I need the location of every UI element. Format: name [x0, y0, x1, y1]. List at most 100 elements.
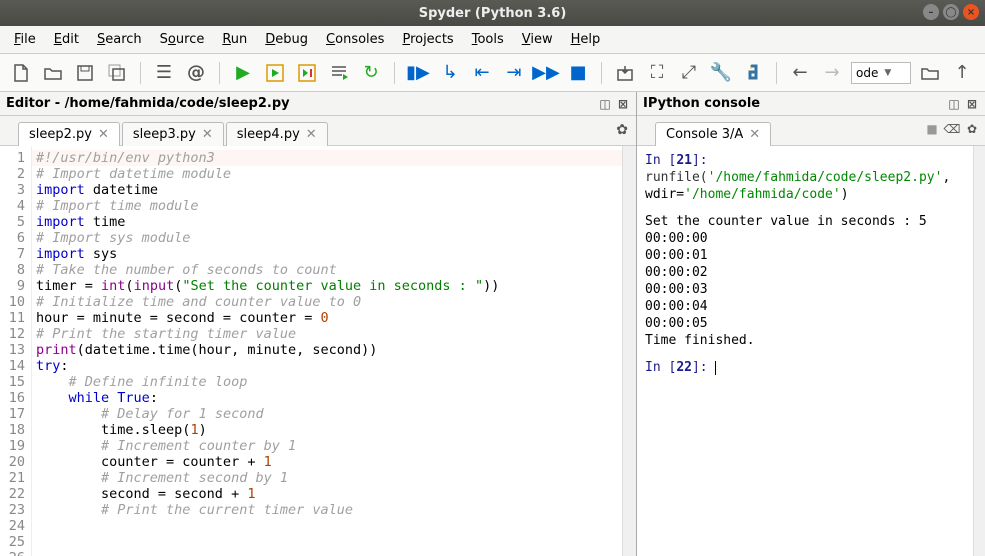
menu-debug[interactable]: Debug	[257, 28, 316, 51]
code-editor[interactable]: 1234567891011121314151617181920212223242…	[0, 146, 636, 556]
menu-consoles[interactable]: Consoles	[318, 28, 392, 51]
outline-button[interactable]: ☰	[151, 60, 177, 86]
debug-button[interactable]: ▮▶	[405, 60, 431, 86]
parent-dir-button[interactable]: ↑	[949, 60, 975, 86]
code-line[interactable]: time.sleep(1)	[36, 422, 622, 438]
save-file-button[interactable]	[72, 60, 98, 86]
console-options-icon[interactable]: ✿	[965, 122, 979, 136]
code-line[interactable]: # Delay for 1 second	[36, 406, 622, 422]
code-line[interactable]: timer = int(input("Set the counter value…	[36, 278, 622, 294]
window-titlebar: Spyder (Python 3.6) – ◯ ×	[0, 0, 985, 26]
menu-help[interactable]: Help	[563, 28, 609, 51]
step-out-button[interactable]: ⇥	[501, 60, 527, 86]
window-close-button[interactable]: ×	[963, 4, 979, 20]
working-dir-select[interactable]: ode▼	[851, 62, 911, 84]
code-line[interactable]: import time	[36, 214, 622, 230]
code-line[interactable]: counter = counter + 1	[36, 454, 622, 470]
code-line[interactable]: # Increment counter by 1	[36, 438, 622, 454]
code-line[interactable]: # Define infinite loop	[36, 374, 622, 390]
run-selection-button[interactable]	[326, 60, 352, 86]
window-maximize-button[interactable]: ◯	[943, 4, 959, 20]
at-button[interactable]: @	[183, 60, 209, 86]
console-clear-icon[interactable]: ⌫	[945, 122, 959, 136]
back-button[interactable]: ←	[787, 60, 813, 86]
window-title: Spyder (Python 3.6)	[419, 6, 567, 21]
step-button[interactable]: ↳	[437, 60, 463, 86]
editor-tab-label: sleep4.py	[237, 127, 300, 142]
console-output-line: 00:00:04	[645, 298, 977, 315]
code-line[interactable]: #!/usr/bin/env python3	[36, 150, 622, 166]
import-button[interactable]	[612, 60, 638, 86]
console-tab-close-icon[interactable]: ✕	[749, 127, 760, 142]
toolbar: ☰ @ ▶ ↻ ▮▶ ↳ ⇤ ⇥ ▶▶ ■ ⛶ ⤢ 🔧 ← → ode▼ ↑	[0, 54, 985, 92]
code-line[interactable]: while True:	[36, 390, 622, 406]
editor-tab-0[interactable]: sleep2.py ✕	[18, 122, 120, 146]
editor-tab-2[interactable]: sleep4.py ✕	[226, 122, 328, 146]
editor-scrollbar[interactable]	[622, 146, 636, 556]
stop-debug-button[interactable]: ■	[565, 60, 591, 86]
code-line[interactable]: try:	[36, 358, 622, 374]
run-button[interactable]: ▶	[230, 60, 256, 86]
new-file-button[interactable]	[8, 60, 34, 86]
code-line[interactable]: # Print the starting timer value	[36, 326, 622, 342]
window-minimize-button[interactable]: –	[923, 4, 939, 20]
save-all-button[interactable]	[104, 60, 130, 86]
console-stop-icon[interactable]: ■	[925, 122, 939, 136]
console-pane-title: IPython console ◫ ⊠	[637, 92, 985, 116]
console-close-icon[interactable]: ⊠	[965, 97, 979, 111]
editor-tab-close-icon[interactable]: ✕	[98, 127, 109, 142]
editor-undock-icon[interactable]: ◫	[598, 97, 612, 111]
console-undock-icon[interactable]: ◫	[947, 97, 961, 111]
code-line[interactable]: # Import sys module	[36, 230, 622, 246]
menu-tools[interactable]: Tools	[464, 28, 512, 51]
fullscreen-button[interactable]: ⤢	[676, 60, 702, 86]
code-line[interactable]: # Print the current timer value	[36, 502, 622, 518]
code-line[interactable]: print(datetime.time(hour, minute, second…	[36, 342, 622, 358]
preferences-button[interactable]: 🔧	[708, 60, 734, 86]
editor-tab-options-icon[interactable]: ✿	[616, 122, 628, 138]
menu-run[interactable]: Run	[214, 28, 255, 51]
run-cell-advance-button[interactable]	[294, 60, 320, 86]
console-tabbar: Console 3/A ✕ ■ ⌫ ✿	[637, 116, 985, 146]
console-output-line: 00:00:05	[645, 315, 977, 332]
console-tab[interactable]: Console 3/A ✕	[655, 122, 771, 146]
python-path-button[interactable]	[740, 60, 766, 86]
forward-button[interactable]: →	[819, 60, 845, 86]
code-line[interactable]: # Initialize time and counter value to 0	[36, 294, 622, 310]
ipython-console[interactable]: In [21]: runfile('/home/fahmida/code/sle…	[637, 146, 985, 556]
editor-tab-1[interactable]: sleep3.py ✕	[122, 122, 224, 146]
console-output-line: Time finished.	[645, 332, 977, 349]
run-cell-button[interactable]	[262, 60, 288, 86]
continue-button[interactable]: ▶▶	[533, 60, 559, 86]
code-line[interactable]: # Increment second by 1	[36, 470, 622, 486]
code-line[interactable]: import sys	[36, 246, 622, 262]
editor-tab-label: sleep2.py	[29, 127, 92, 142]
rerun-button[interactable]: ↻	[358, 60, 384, 86]
editor-tab-close-icon[interactable]: ✕	[306, 127, 317, 142]
maximize-button[interactable]: ⛶	[644, 60, 670, 86]
editor-tab-label: sleep3.py	[133, 127, 196, 142]
code-line[interactable]: second = second + 1	[36, 486, 622, 502]
code-line[interactable]: # Import datetime module	[36, 166, 622, 182]
editor-tabbar: sleep2.py ✕ sleep3.py ✕ sleep4.py ✕ ✿	[0, 116, 636, 146]
menu-file[interactable]: File	[6, 28, 44, 51]
menu-edit[interactable]: Edit	[46, 28, 87, 51]
code-line[interactable]: import datetime	[36, 182, 622, 198]
code-line[interactable]: # Import time module	[36, 198, 622, 214]
code-line[interactable]: hour = minute = second = counter = 0	[36, 310, 622, 326]
editor-tab-close-icon[interactable]: ✕	[202, 127, 213, 142]
code-line[interactable]: # Take the number of seconds to count	[36, 262, 622, 278]
menu-search[interactable]: Search	[89, 28, 150, 51]
menu-projects[interactable]: Projects	[394, 28, 461, 51]
console-output-line: 00:00:03	[645, 281, 977, 298]
menu-view[interactable]: View	[514, 28, 561, 51]
editor-pane-title: Editor - /home/fahmida/code/sleep2.py ◫ …	[0, 92, 636, 116]
menubar: File Edit Search Source Run Debug Consol…	[0, 26, 985, 54]
console-cursor	[715, 361, 716, 375]
browse-dir-button[interactable]	[917, 60, 943, 86]
editor-close-icon[interactable]: ⊠	[616, 97, 630, 111]
step-into-button[interactable]: ⇤	[469, 60, 495, 86]
menu-source[interactable]: Source	[152, 28, 213, 51]
open-file-button[interactable]	[40, 60, 66, 86]
console-scrollbar[interactable]	[973, 146, 985, 556]
